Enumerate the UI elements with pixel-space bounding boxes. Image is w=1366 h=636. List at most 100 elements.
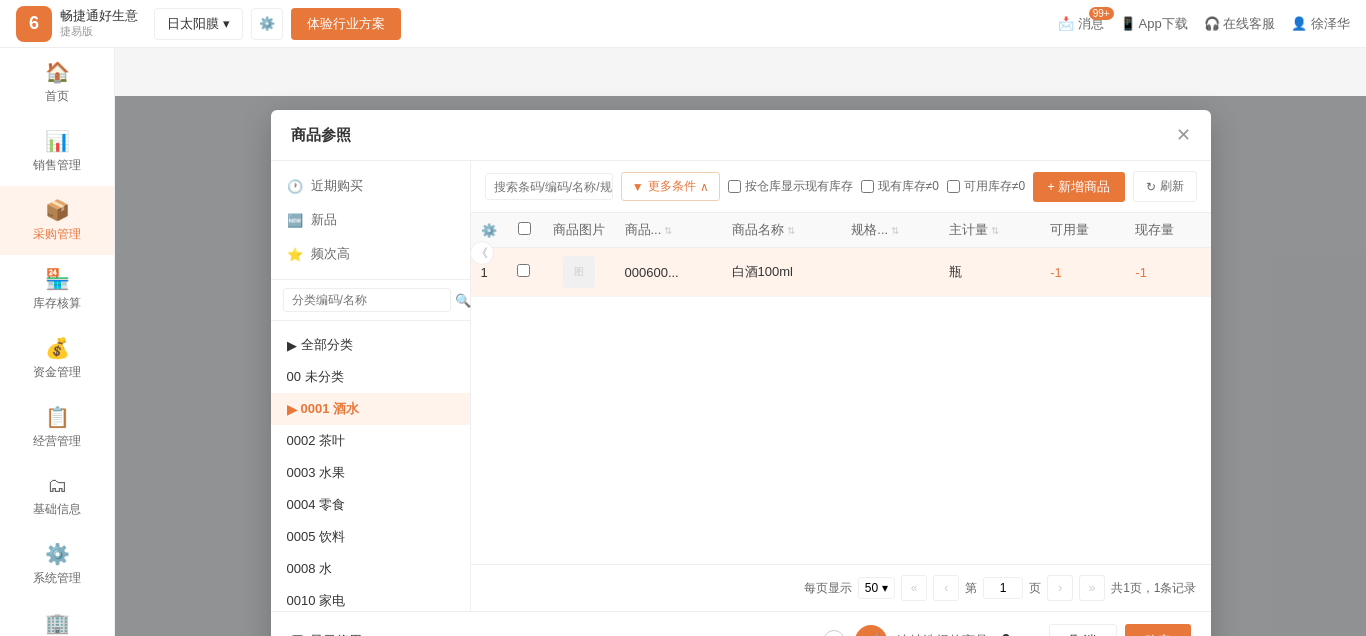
prev-page-button[interactable]: ‹ bbox=[933, 575, 959, 601]
sidebar-item-business[interactable]: 📋 经营管理 bbox=[0, 393, 114, 462]
category-search-icon[interactable]: 🔍 bbox=[455, 293, 471, 308]
show-disabled-checkbox[interactable]: 显示停用 bbox=[291, 632, 362, 636]
table-row[interactable]: 1 图 000600... 白酒100ml 瓶 -1 bbox=[471, 248, 1211, 297]
sidebar-item-label-finance: 资金管理 bbox=[33, 364, 81, 381]
logo-text-block: 畅捷通好生意 捷易版 bbox=[60, 8, 138, 40]
system-icon: ⚙️ bbox=[45, 542, 70, 566]
warehouse-display-checkbox[interactable]: 按仓库显示现有库存 bbox=[728, 178, 853, 195]
download-icon: 📱 bbox=[1120, 16, 1136, 31]
modal-overlay: 商品参照 ✕ 🕐 近期购买 🆕 新品 bbox=[115, 96, 1366, 636]
app-sub: 捷易版 bbox=[60, 24, 138, 39]
first-page-button[interactable]: « bbox=[901, 575, 927, 601]
product-search-input[interactable] bbox=[486, 175, 613, 199]
tree-item-appliance[interactable]: 0010 家电 bbox=[271, 585, 470, 611]
tree-label-unclassified: 00 未分类 bbox=[287, 368, 344, 386]
recent-icon: 🕐 bbox=[287, 179, 303, 194]
sidebar-item-sales[interactable]: 📊 销售管理 bbox=[0, 117, 114, 186]
sidebar-item-system[interactable]: ⚙️ 系统管理 bbox=[0, 530, 114, 599]
page-number-input[interactable] bbox=[983, 577, 1023, 599]
modal-close-button[interactable]: ✕ bbox=[1176, 124, 1191, 146]
tree-label-fruit: 0003 水果 bbox=[287, 464, 346, 482]
cancel-button[interactable]: 取消 bbox=[1049, 624, 1117, 636]
row-stock: -1 bbox=[1125, 248, 1210, 297]
cart-icon: 🛒 bbox=[855, 625, 887, 636]
filter-label: 更多条件 bbox=[648, 178, 696, 195]
current-stock-checkbox[interactable]: 现有库存≠0 bbox=[861, 178, 939, 195]
page-size-label: 每页显示 bbox=[804, 580, 852, 597]
sidebar-item-label-inventory: 库存核算 bbox=[33, 295, 81, 312]
frequent-icon: ⭐ bbox=[287, 247, 303, 262]
sidebar-item-label-home: 首页 bbox=[45, 88, 69, 105]
row-available: -1 bbox=[1040, 248, 1125, 297]
available-stock-checkbox[interactable]: 可用库存≠0 bbox=[947, 178, 1025, 195]
show-disabled-label: 显示停用 bbox=[310, 632, 362, 636]
modal-body: 🕐 近期购买 🆕 新品 ⭐ 频次高 《 bbox=[271, 161, 1211, 611]
recent-purchase-item[interactable]: 🕐 近期购买 bbox=[271, 169, 470, 203]
tree-item-drink[interactable]: 0005 饮料 bbox=[271, 521, 470, 553]
tree-item-water[interactable]: 0008 水 bbox=[271, 553, 470, 585]
modal-title: 商品参照 bbox=[291, 126, 351, 145]
th-available: 可用量 bbox=[1040, 213, 1125, 248]
nav-selector[interactable]: 日太阳膜 ▾ bbox=[154, 8, 243, 40]
tree-item-unclassified[interactable]: 00 未分类 bbox=[271, 361, 470, 393]
tree-arrow-all: ▶ bbox=[287, 338, 297, 353]
user-avatar[interactable]: 👤 徐泽华 bbox=[1291, 15, 1350, 33]
sidebar: 🏠 首页 📊 销售管理 📦 采购管理 🏪 库存核算 💰 资金管理 📋 经营管理 … bbox=[0, 48, 115, 636]
warehouse-checkbox-input[interactable] bbox=[728, 180, 741, 193]
sidebar-item-basic[interactable]: 🗂 基础信息 bbox=[0, 462, 114, 530]
row-check[interactable] bbox=[507, 248, 543, 297]
modal-footer: 显示停用 ? 🛒 连续选择的商品 0 ∧ 取消 确定 bbox=[271, 611, 1211, 636]
category-search-input[interactable] bbox=[283, 288, 451, 312]
select-all-checkbox[interactable] bbox=[518, 222, 531, 235]
inventory-icon: 🏪 bbox=[45, 267, 70, 291]
sidebar-item-finance[interactable]: 💰 资金管理 bbox=[0, 324, 114, 393]
page-size-arrow: ▾ bbox=[882, 581, 888, 595]
gear-button[interactable]: ⚙️ bbox=[251, 8, 283, 40]
trial-button[interactable]: 体验行业方案 bbox=[291, 8, 401, 40]
more-filter-button[interactable]: ▼ 更多条件 ∧ bbox=[621, 172, 720, 201]
last-page-button[interactable]: » bbox=[1079, 575, 1105, 601]
confirm-button[interactable]: 确定 bbox=[1125, 624, 1191, 636]
app-download[interactable]: 📱 App下载 bbox=[1120, 15, 1188, 33]
sidebar-item-inventory[interactable]: 🏪 库存核算 bbox=[0, 255, 114, 324]
tree-item-fruit[interactable]: 0003 水果 bbox=[271, 457, 470, 489]
sidebar-item-purchase[interactable]: 📦 采购管理 bbox=[0, 186, 114, 255]
sidebar-item-home[interactable]: 🏠 首页 bbox=[0, 48, 114, 117]
notification-area[interactable]: 📩 消息 99+ bbox=[1058, 15, 1104, 33]
frequent-item[interactable]: ⭐ 频次高 bbox=[271, 237, 470, 271]
row-unit: 瓶 bbox=[939, 248, 1040, 297]
tree-label-water: 0008 水 bbox=[287, 560, 333, 578]
page-size-selector[interactable]: 50 ▾ bbox=[858, 577, 895, 599]
right-panel: 🔍 ▼ 更多条件 ∧ 按仓库显示现有库存 bbox=[471, 161, 1211, 611]
online-service[interactable]: 🎧 在线客服 bbox=[1204, 15, 1276, 33]
tree-item-liquor[interactable]: ▶ 0001 酒水 bbox=[271, 393, 470, 425]
recent-purchase-label: 近期购买 bbox=[311, 177, 363, 195]
notification-badge: 99+ bbox=[1089, 7, 1114, 20]
th-code: 商品...⇅ bbox=[615, 213, 722, 248]
row-checkbox[interactable] bbox=[517, 264, 530, 277]
current-stock-input[interactable] bbox=[861, 180, 874, 193]
pagination-bar: 每页显示 50 ▾ « ‹ 第 页 › » 共1页，1条记录 bbox=[471, 564, 1211, 611]
refresh-button[interactable]: ↻ 刷新 bbox=[1133, 171, 1197, 202]
page-size-value: 50 bbox=[865, 581, 878, 595]
left-panel: 🕐 近期购买 🆕 新品 ⭐ 频次高 《 bbox=[271, 161, 471, 611]
top-right-area: 📩 消息 99+ 📱 App下载 🎧 在线客服 👤 徐泽华 bbox=[1058, 15, 1350, 33]
sidebar-item-label-purchase: 采购管理 bbox=[33, 226, 81, 243]
tree-label-drink: 0005 饮料 bbox=[287, 528, 346, 546]
table-header-row: ⚙️ 商品图片 商品...⇅ 商品名称⇅ 规格...⇅ 主计量⇅ 可用量 现存量 bbox=[471, 213, 1211, 248]
available-stock-input[interactable] bbox=[947, 180, 960, 193]
continuous-select-label: 连续选择的商品 bbox=[897, 632, 988, 636]
sidebar-item-enterprise[interactable]: 🏢 企业协同 bbox=[0, 599, 114, 636]
category-search-row: 🔍 bbox=[271, 280, 470, 321]
tree-item-tea[interactable]: 0002 茶叶 bbox=[271, 425, 470, 457]
next-page-button[interactable]: › bbox=[1047, 575, 1073, 601]
new-product-item[interactable]: 🆕 新品 bbox=[271, 203, 470, 237]
sales-icon: 📊 bbox=[45, 129, 70, 153]
selected-count: 0 bbox=[1002, 632, 1011, 636]
help-button[interactable]: ? bbox=[823, 630, 845, 636]
tree-item-all[interactable]: ▶ 全部分类 bbox=[271, 329, 470, 361]
add-product-button[interactable]: + 新增商品 bbox=[1033, 172, 1124, 202]
footer-collapse-button[interactable]: ∧ bbox=[1025, 632, 1037, 637]
tree-item-snack[interactable]: 0004 零食 bbox=[271, 489, 470, 521]
footer-actions: 取消 确定 bbox=[1049, 624, 1191, 636]
